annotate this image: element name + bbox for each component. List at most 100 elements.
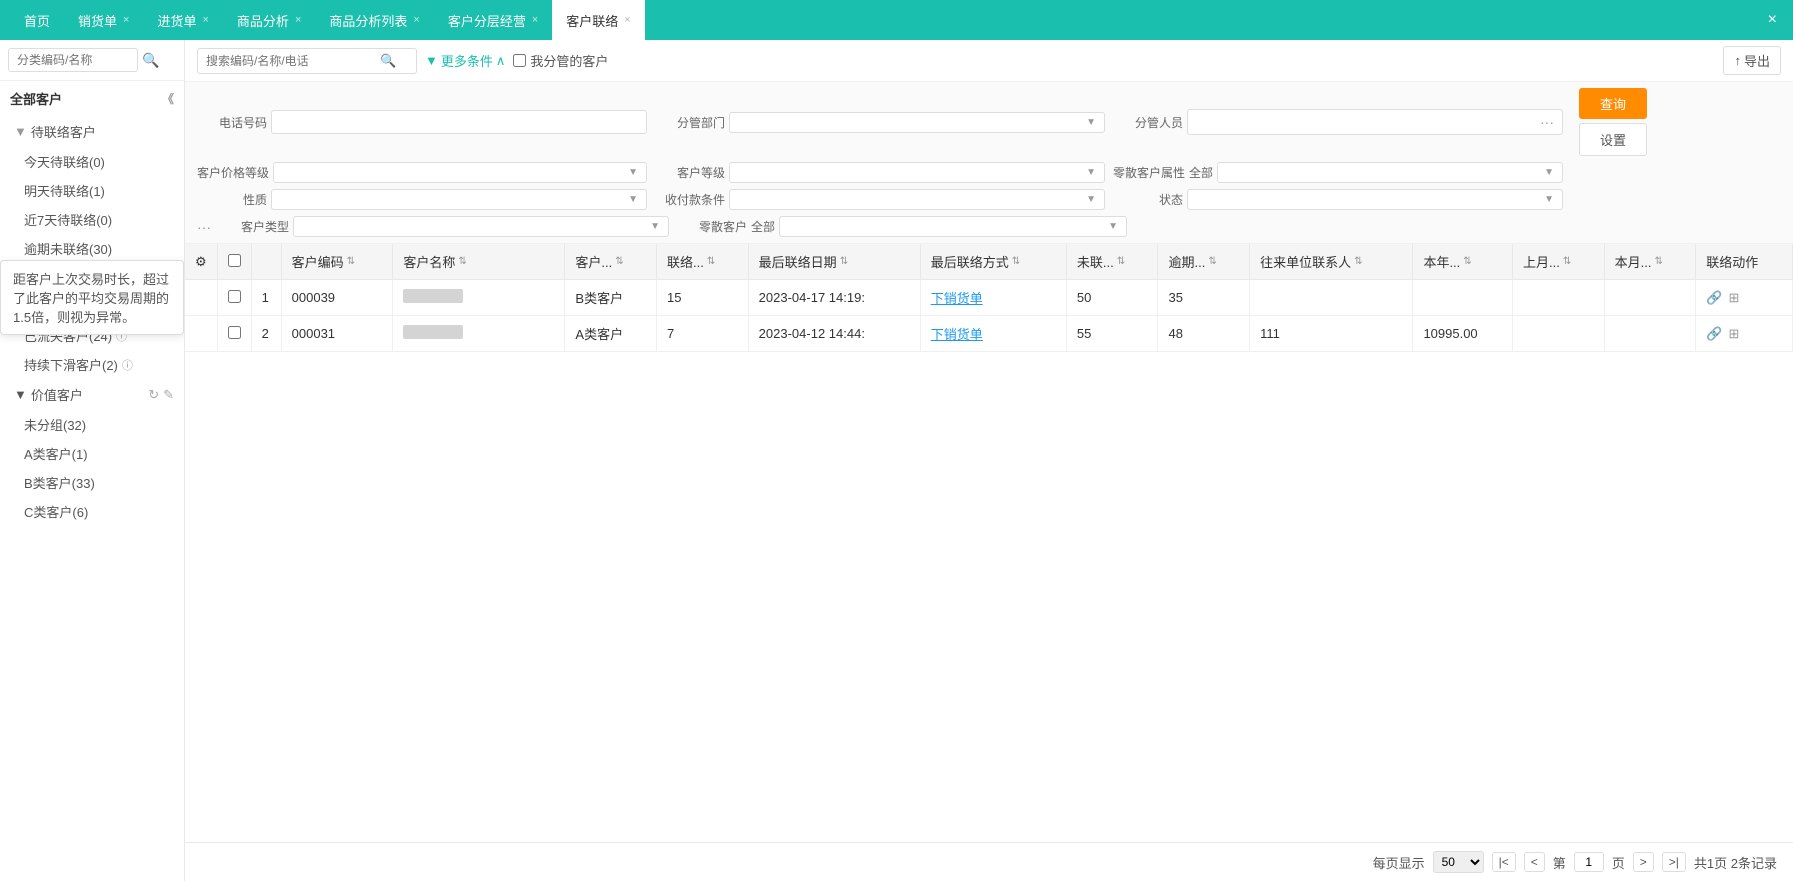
my-customers-checkbox[interactable]: 我分管的客户 (513, 51, 608, 70)
td-type-1: B类客户 (565, 280, 657, 316)
filter-field-retail-attr: 零散客户属性 全部 ▼ (1113, 162, 1563, 183)
sidebar-item-a-class[interactable]: A类客户(1) (0, 439, 184, 468)
row2-grid-icon[interactable]: ⊞ (1728, 326, 1739, 342)
filter-row-2: 客户价格等级 ▼ 客户等级 ▼ 零散客户属性 全部 (197, 162, 1781, 183)
nav-sales-order[interactable]: 销货单 × (64, 0, 143, 40)
nav-product-analysis[interactable]: 商品分析 × (223, 0, 315, 40)
first-page-button[interactable]: |< (1492, 852, 1516, 872)
sidebar-pending-contact-group[interactable]: ▼ 待联络客户 (0, 116, 184, 147)
window-close-icon[interactable]: × (1768, 11, 1777, 29)
customer-name-blurred-1 (403, 289, 463, 303)
export-button[interactable]: ↑ 导出 (1723, 46, 1781, 75)
th-last-month: 上月... ⇅ (1513, 244, 1605, 280)
query-button[interactable]: 查询 (1579, 88, 1647, 119)
sidebar-search-icon[interactable]: 🔍 (142, 52, 159, 69)
filter-field-customer-type: 客户类型 ▼ (219, 216, 669, 237)
this-month-sort-icon[interactable]: ⇅ (1654, 256, 1662, 267)
sidebar-item-declining[interactable]: 持续下滑客户(2) ⓘ (0, 350, 184, 379)
close-product-analysis-icon[interactable]: × (295, 14, 301, 26)
last-page-button[interactable]: >| (1662, 852, 1686, 872)
last-method-link-1[interactable]: 下销货单 (931, 291, 983, 306)
more-conditions-btn[interactable]: ▼ 更多条件 ∧ (425, 51, 505, 70)
nav-customer-tier[interactable]: 客户分层经营 × (434, 0, 552, 40)
gear-icon[interactable]: ⚙ (195, 254, 207, 269)
value-group-refresh-icon[interactable]: ↻ (148, 387, 159, 403)
per-page-select[interactable]: 50 20 100 (1433, 851, 1484, 873)
date-sort-icon[interactable]: ⇅ (840, 256, 848, 267)
retail-customer-select[interactable]: ▼ (779, 216, 1127, 237)
phone-input[interactable] (271, 110, 647, 134)
code-sort-icon[interactable]: ⇅ (347, 256, 355, 267)
name-sort-icon[interactable]: ⇅ (458, 256, 466, 267)
sidebar-item-c-class[interactable]: C类客户(6) (0, 497, 184, 526)
more-conditions-chevron-icon: ∧ (496, 53, 506, 69)
last-method-link-2[interactable]: 下销货单 (931, 327, 983, 342)
page-number-input[interactable] (1574, 852, 1604, 872)
sidebar-content: 全部客户 《 ▼ 待联络客户 今天待联络(0) 明天待联络(1) 近7天待联络(… (0, 81, 184, 881)
department-select[interactable]: ▼ (729, 112, 1105, 133)
td-index-1: 1 (251, 280, 281, 316)
sidebar-item-overdue[interactable]: 逾期未联络(30) (0, 234, 184, 263)
customer-type-select[interactable]: ▼ (293, 216, 669, 237)
th-action: 联络动作 (1696, 244, 1793, 280)
my-customers-check[interactable] (513, 54, 526, 67)
pending-arrow-icon: ▼ (14, 124, 27, 139)
value-group-edit-icon[interactable]: ✎ (163, 387, 174, 403)
sidebar-search-input[interactable] (8, 48, 138, 72)
retail-customer-chevron-icon: ▼ (1108, 221, 1118, 232)
td-checkbox-2 (217, 316, 251, 352)
nav-purchase-order[interactable]: 进货单 × (143, 0, 222, 40)
close-purchase-icon[interactable]: × (202, 14, 208, 26)
retail-attr-select[interactable]: ▼ (1217, 162, 1563, 183)
customer-level-chevron-icon: ▼ (1086, 167, 1096, 178)
filter-field-payment: 收付款条件 ▼ (655, 189, 1105, 210)
contact-person-sort-icon[interactable]: ⇅ (1354, 256, 1362, 267)
settings-button[interactable]: 设置 (1579, 123, 1647, 156)
customer-level-select[interactable]: ▼ (729, 162, 1105, 183)
status-select[interactable]: ▼ (1187, 189, 1563, 210)
gender-select[interactable]: ▼ (271, 189, 647, 210)
sidebar-item-today[interactable]: 今天待联络(0) (0, 147, 184, 176)
prev-page-button[interactable]: < (1524, 852, 1545, 872)
type-sort-icon[interactable]: ⇅ (615, 256, 623, 267)
row1-link-icon[interactable]: 🔗 (1706, 290, 1722, 306)
row2-checkbox[interactable] (228, 326, 241, 339)
nav-product-analysis-list[interactable]: 商品分析列表 × (315, 0, 433, 40)
sidebar-all-customers[interactable]: 全部客户 《 (0, 81, 184, 116)
manager-dots-icon[interactable]: ··· (1540, 114, 1554, 130)
row1-checkbox[interactable] (228, 290, 241, 303)
sidebar-item-tomorrow[interactable]: 明天待联络(1) (0, 176, 184, 205)
row2-link-icon[interactable]: 🔗 (1706, 326, 1722, 342)
nav-home[interactable]: 首页 (10, 0, 64, 40)
close-sales-order-icon[interactable]: × (123, 14, 129, 26)
sidebar-item-7days[interactable]: 近7天待联络(0) (0, 205, 184, 234)
this-year-sort-icon[interactable]: ⇅ (1463, 256, 1471, 267)
price-level-select[interactable]: ▼ (273, 162, 647, 183)
contact-sort-icon[interactable]: ⇅ (707, 256, 715, 267)
close-product-list-icon[interactable]: × (413, 14, 419, 26)
advanced-filter: 电话号码 分管部门 ▼ 分管人员 ··· (185, 82, 1793, 244)
td-overdue-2: 48 (1158, 316, 1250, 352)
next-page-button[interactable]: > (1633, 852, 1654, 872)
filter-icon: ▼ (425, 53, 438, 68)
manager-select[interactable]: ··· (1187, 109, 1563, 135)
row4-dots[interactable]: ··· (197, 219, 211, 235)
customer-search-input[interactable] (206, 54, 376, 68)
row1-grid-icon[interactable]: ⊞ (1728, 290, 1739, 306)
close-customer-tier-icon[interactable]: × (532, 14, 538, 26)
filter-field-manager: 分管人员 ··· (1113, 109, 1563, 135)
payment-select[interactable]: ▼ (729, 189, 1105, 210)
select-all-checkbox[interactable] (228, 254, 241, 267)
overdue-sort-icon[interactable]: ⇅ (1208, 256, 1216, 267)
td-action-2: 🔗 ⊞ (1696, 316, 1793, 352)
unread-sort-icon[interactable]: ⇅ (1117, 256, 1125, 267)
nav-customer-contact[interactable]: 客户联络 × (552, 0, 644, 40)
last-month-sort-icon[interactable]: ⇅ (1563, 256, 1571, 267)
sidebar-value-customer-group[interactable]: ▼ 价值客户 ↻ ✎ (0, 379, 184, 410)
customer-type-chevron-icon: ▼ (650, 221, 660, 232)
sidebar-item-b-class[interactable]: B类客户(33) (0, 468, 184, 497)
search-icon[interactable]: 🔍 (380, 53, 396, 69)
close-customer-contact-icon[interactable]: × (624, 14, 630, 26)
method-sort-icon[interactable]: ⇅ (1012, 256, 1020, 267)
sidebar-item-ungrouped[interactable]: 未分组(32) (0, 410, 184, 439)
